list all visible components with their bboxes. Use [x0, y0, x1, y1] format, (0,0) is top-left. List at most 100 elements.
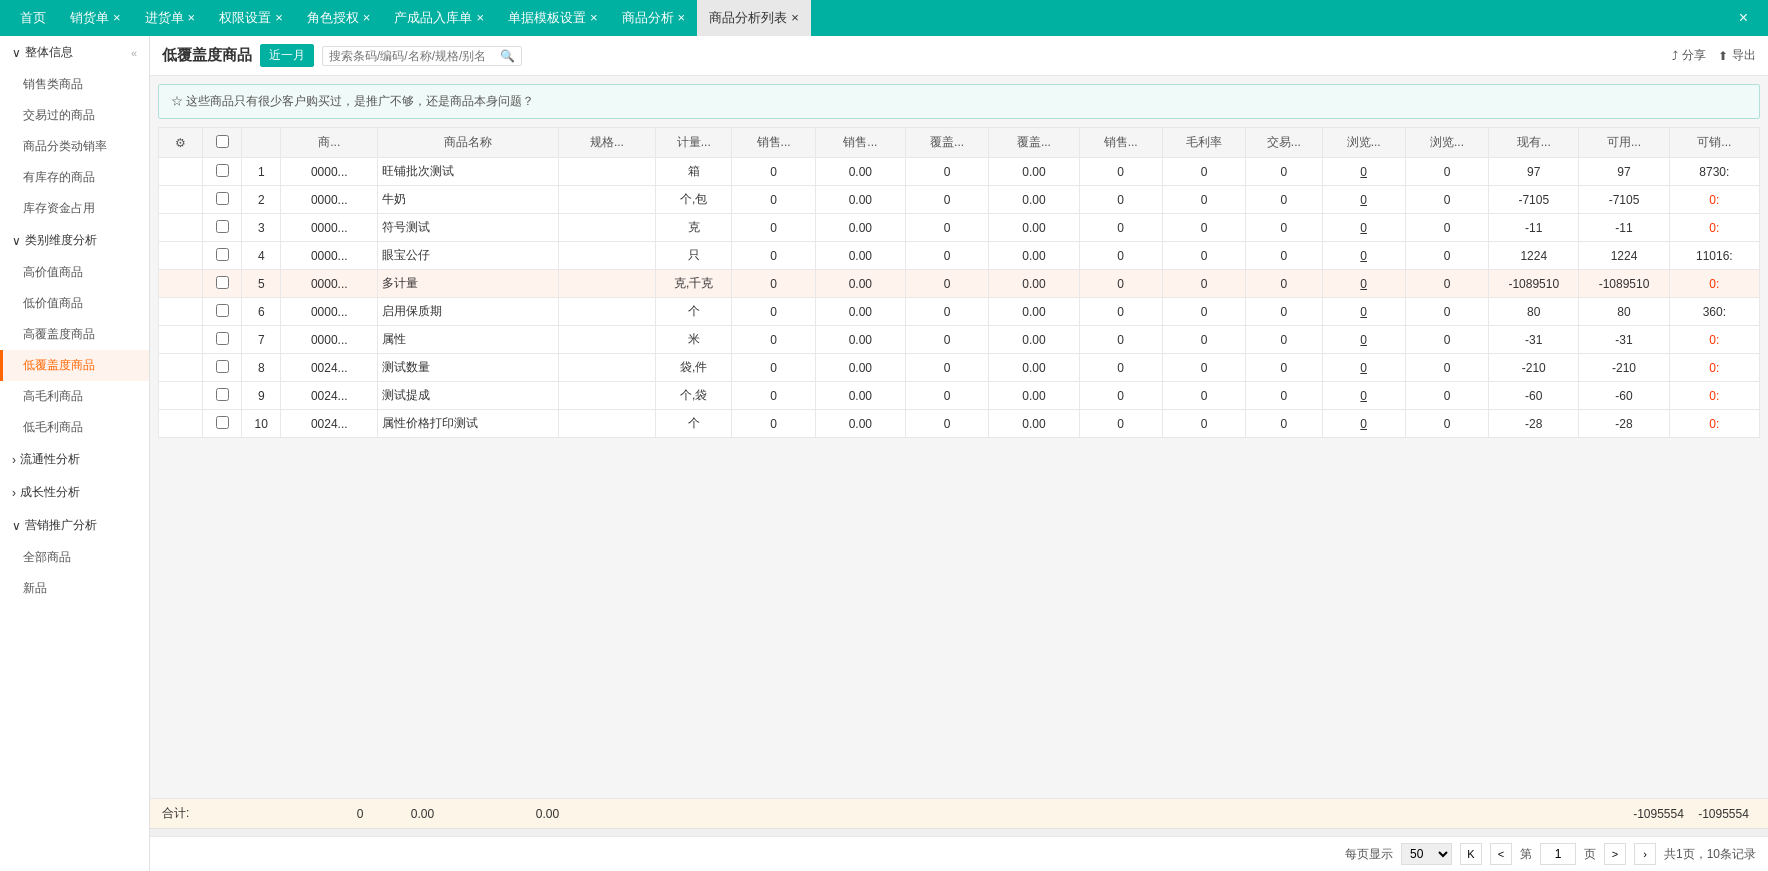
table-cell[interactable]	[203, 382, 242, 410]
table-cell[interactable]	[203, 214, 242, 242]
th-trade[interactable]: 交易...	[1246, 128, 1322, 158]
sidebar-section-growth[interactable]: › 成长性分析	[0, 476, 149, 509]
time-filter-button[interactable]: 近一月	[260, 44, 314, 67]
nav-analysis-list[interactable]: 商品分析列表 ×	[697, 0, 811, 36]
sidebar-item-new-goods[interactable]: 新品	[0, 573, 149, 604]
main-layout: ∨ 整体信息 « 销售类商品 交易过的商品 商品分类动销率 有库存的商品 库存资…	[0, 36, 1768, 871]
sidebar-section-overall[interactable]: ∨ 整体信息 «	[0, 36, 149, 69]
table-cell: 0	[1405, 354, 1488, 382]
table-cell: 0	[1405, 242, 1488, 270]
page-number-input[interactable]	[1540, 843, 1576, 865]
table-cell: 0	[1405, 298, 1488, 326]
table-cell[interactable]: 0	[1322, 326, 1405, 354]
page-suffix: 页	[1584, 846, 1596, 863]
sidebar-section-category[interactable]: ∨ 类别维度分析	[0, 224, 149, 257]
table-cell	[558, 298, 655, 326]
th-name[interactable]: 商品名称	[378, 128, 559, 158]
table-cell[interactable]: 0	[1322, 242, 1405, 270]
table-cell: 0.00	[989, 214, 1079, 242]
table-cell: 0.00	[815, 214, 905, 242]
sidebar-item-high-value[interactable]: 高价值商品	[0, 257, 149, 288]
table-cell[interactable]: 0	[1322, 354, 1405, 382]
sidebar-item-high-coverage[interactable]: 高覆盖度商品	[0, 319, 149, 350]
last-page-button[interactable]: ›	[1634, 843, 1656, 865]
sidebar-section-marketing[interactable]: ∨ 营销推广分析	[0, 509, 149, 542]
table-cell: 0	[905, 270, 988, 298]
sidebar-item-stock-capital[interactable]: 库存资金占用	[0, 193, 149, 224]
table-cell: -7105	[1489, 186, 1579, 214]
table-cell[interactable]	[203, 242, 242, 270]
table-cell: 0.00	[989, 298, 1079, 326]
table-cell[interactable]	[203, 270, 242, 298]
table-cell[interactable]: 0	[1322, 270, 1405, 298]
share-button[interactable]: ⤴ 分享	[1672, 47, 1706, 64]
sidebar-item-low-profit[interactable]: 低毛利商品	[0, 412, 149, 443]
table-cell: 0000...	[281, 186, 378, 214]
table-cell: 0000...	[281, 158, 378, 186]
table-cell[interactable]: 0	[1322, 214, 1405, 242]
table-cell: 0	[1079, 354, 1162, 382]
th-sales-qty[interactable]: 销售...	[732, 128, 815, 158]
sidebar-item-sales-goods[interactable]: 销售类商品	[0, 69, 149, 100]
table-cell	[558, 354, 655, 382]
nav-product-in[interactable]: 产成品入库单 ×	[382, 0, 496, 36]
per-page-select[interactable]: 50 20 100	[1401, 843, 1452, 865]
table-cell[interactable]: 0	[1322, 186, 1405, 214]
table-cell[interactable]	[203, 354, 242, 382]
table-cell[interactable]: 0	[1322, 382, 1405, 410]
first-page-button[interactable]: K	[1460, 843, 1482, 865]
sidebar-item-all-goods[interactable]: 全部商品	[0, 542, 149, 573]
th-code[interactable]: 商...	[281, 128, 378, 158]
nav-sales[interactable]: 销货单 ×	[58, 0, 133, 36]
table-cell: 旺铺批次测试	[378, 158, 559, 186]
sidebar-item-low-value[interactable]: 低价值商品	[0, 288, 149, 319]
th-sales-days[interactable]: 销售...	[1079, 128, 1162, 158]
table-cell[interactable]: 0	[1322, 158, 1405, 186]
th-sales-amt[interactable]: 销售...	[815, 128, 905, 158]
th-coverage2[interactable]: 覆盖...	[989, 128, 1079, 158]
collapse-sidebar-icon[interactable]: «	[131, 47, 137, 59]
table-cell[interactable]	[203, 410, 242, 438]
search-input[interactable]	[329, 49, 496, 63]
nav-home[interactable]: 首页	[8, 0, 58, 36]
sidebar-item-has-stock[interactable]: 有库存的商品	[0, 162, 149, 193]
sidebar-section-flow[interactable]: › 流通性分析	[0, 443, 149, 476]
th-spec[interactable]: 规格...	[558, 128, 655, 158]
nav-permission[interactable]: 权限设置 ×	[207, 0, 295, 36]
th-available-stock[interactable]: 可用...	[1579, 128, 1669, 158]
sidebar-item-low-coverage[interactable]: 低覆盖度商品	[0, 350, 149, 381]
table-cell: 80	[1579, 298, 1669, 326]
table-cell: 0000...	[281, 270, 378, 298]
next-page-button[interactable]: >	[1604, 843, 1626, 865]
th-coverage1[interactable]: 覆盖...	[905, 128, 988, 158]
footer-sales-amt: 0.00	[390, 807, 455, 821]
th-settings[interactable]: ⚙	[159, 128, 203, 158]
th-gross-rate[interactable]: 毛利率	[1162, 128, 1245, 158]
table-cell[interactable]: 0	[1322, 298, 1405, 326]
sidebar-item-goods-dynamic[interactable]: 商品分类动销率	[0, 131, 149, 162]
th-unit[interactable]: 计量...	[656, 128, 732, 158]
table-cell[interactable]	[203, 186, 242, 214]
table-cell: 牛奶	[378, 186, 559, 214]
th-current-stock[interactable]: 现有...	[1489, 128, 1579, 158]
horizontal-scrollbar[interactable]	[150, 828, 1768, 836]
select-all-checkbox[interactable]	[216, 135, 229, 148]
nav-analysis[interactable]: 商品分析 ×	[610, 0, 698, 36]
export-button[interactable]: ⬆ 导出	[1718, 47, 1756, 64]
table-cell[interactable]	[203, 158, 242, 186]
nav-role[interactable]: 角色授权 ×	[295, 0, 383, 36]
th-browse2[interactable]: 浏览...	[1405, 128, 1488, 158]
table-cell[interactable]	[203, 326, 242, 354]
th-sellable[interactable]: 可销...	[1669, 128, 1759, 158]
nav-template[interactable]: 单据模板设置 ×	[496, 0, 610, 36]
window-close-button[interactable]: ×	[1727, 9, 1760, 27]
sidebar-item-high-profit[interactable]: 高毛利商品	[0, 381, 149, 412]
th-browse1[interactable]: 浏览...	[1322, 128, 1405, 158]
table-cell[interactable]	[203, 298, 242, 326]
th-checkbox[interactable]	[203, 128, 242, 158]
sidebar-item-traded-goods[interactable]: 交易过的商品	[0, 100, 149, 131]
nav-purchase[interactable]: 进货单 ×	[133, 0, 208, 36]
table-cell[interactable]: 0	[1322, 410, 1405, 438]
prev-page-button[interactable]: <	[1490, 843, 1512, 865]
table-container[interactable]: ⚙ 商... 商品名称 规格... 计量... 销售... 销售... 覆盖..…	[158, 127, 1760, 798]
